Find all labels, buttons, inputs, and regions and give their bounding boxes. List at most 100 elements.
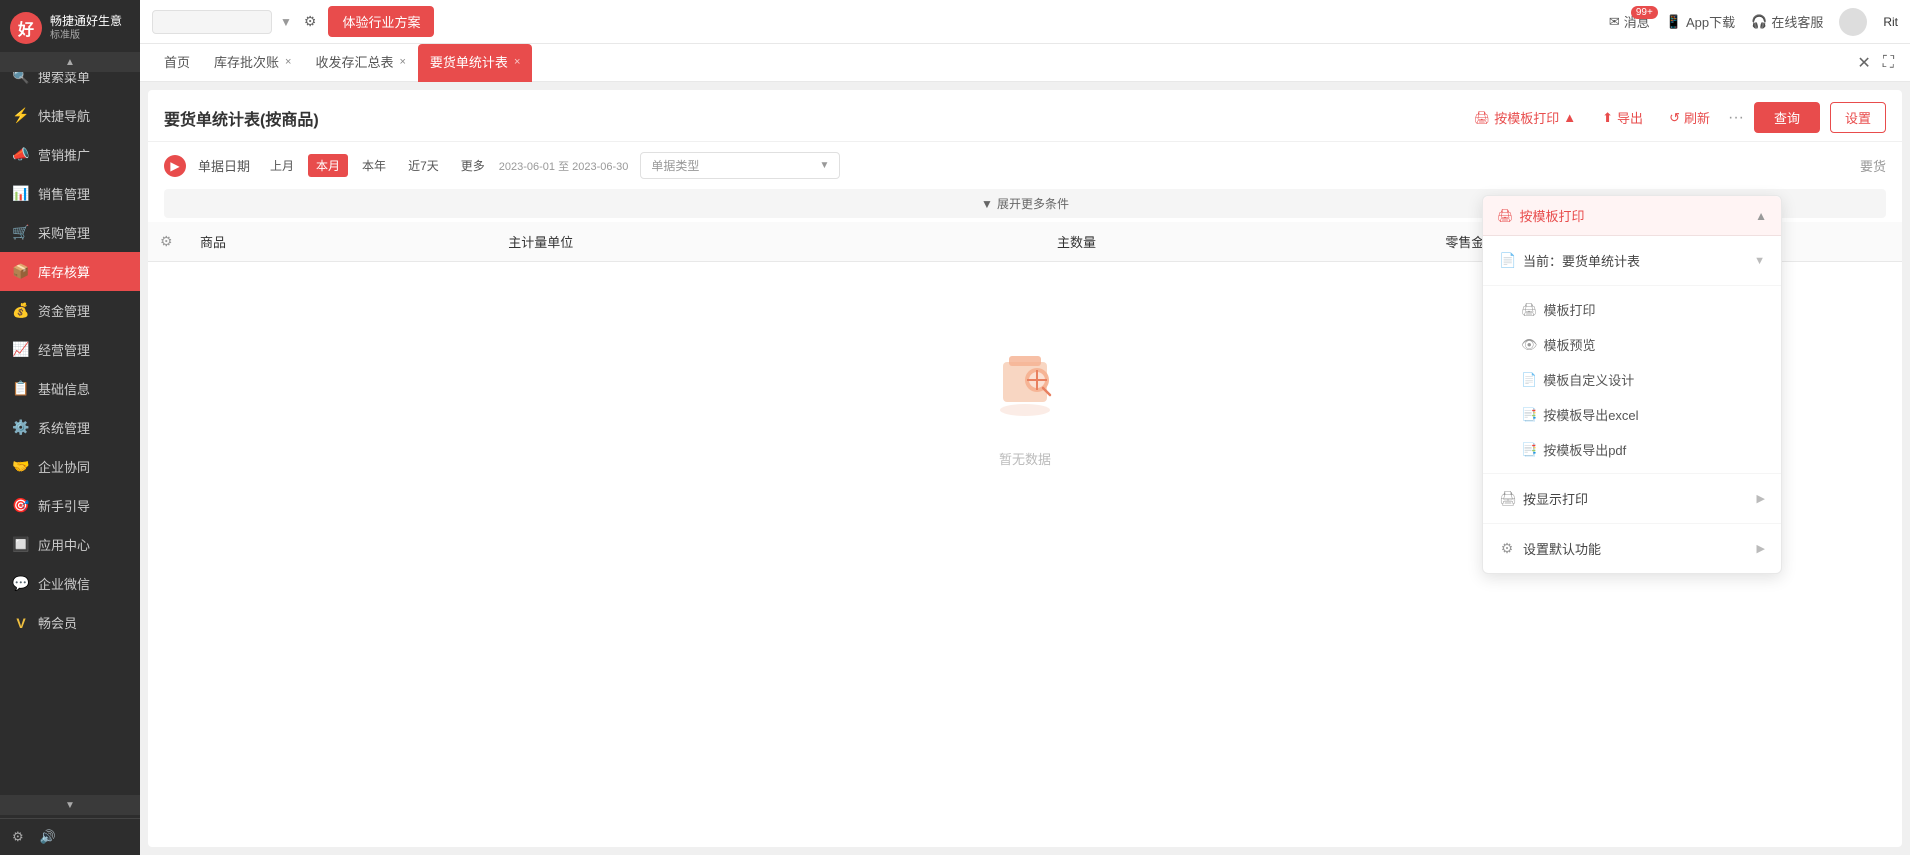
sidebar-item-inventory[interactable]: 📦 库存核算 [0,252,140,291]
sidebar-item-wechat[interactable]: 💬 企业微信 [0,564,140,603]
tabs-actions: ✕ ⛶ [1853,51,1898,75]
page-title: 要货单统计表(按商品) [164,106,319,130]
topbar-chevron-icon[interactable]: ▼ [280,15,292,29]
sidebar-item-label: 系统管理 [38,418,90,437]
date-btn-7days[interactable]: 近7天 [400,154,447,177]
sidebar-item-label: 企业微信 [38,574,90,593]
default-func-icon: ⚙ [1499,540,1515,557]
more-icon[interactable]: ··· [1728,109,1744,127]
expand-filters-icon[interactable]: ▶ [164,155,186,177]
tabs-close-all-btn[interactable]: ✕ [1853,51,1874,75]
sidebar-scroll-up[interactable]: ▲ [0,52,140,72]
tabs-bar: 首页 库存批次账 × 收发存汇总表 × 要货单统计表 × ✕ ⛶ [140,44,1910,82]
sidebar-item-purchase[interactable]: 🛒 采购管理 [0,213,140,252]
template-preview-label: 模板预览 [1544,335,1596,354]
col-settings: ⚙ [148,222,188,262]
table-settings-icon[interactable]: ⚙ [160,233,173,249]
newbie-icon: 🎯 [12,497,30,514]
online-service-btn[interactable]: 🎧 在线客服 [1751,12,1823,31]
tabs-expand-btn[interactable]: ⛶ [1879,51,1898,75]
tab-home-label: 首页 [164,52,190,71]
filter-bar: ▶ 单据日期 上月 本月 本年 近7天 更多 2023-06-01 至 2023… [148,142,1902,189]
main-content: ▼ ⚙ 体验行业方案 ✉ 消息 99+ 📱 App下载 🎧 在线客服 Rit [140,0,1910,855]
sidebar-item-member[interactable]: V 畅会员 [0,603,140,642]
topbar: ▼ ⚙ 体验行业方案 ✉ 消息 99+ 📱 App下载 🎧 在线客服 Rit [140,0,1910,44]
date-btn-this-year[interactable]: 本年 [354,154,394,177]
sidebar-item-quick-nav[interactable]: ⚡ 快捷导航 [0,96,140,135]
app-download-btn[interactable]: 📱 App下载 [1666,12,1735,31]
tab-home[interactable]: 首页 [152,44,202,82]
export-pdf-label: 按模板导出pdf [1543,440,1626,459]
tab-receipt-summary[interactable]: 收发存汇总表 × [303,44,417,82]
system-icon: ⚙️ [12,419,30,436]
current-arrow-icon: ▼ [1754,255,1765,267]
dropdown-item-export-excel[interactable]: 📑 按模板导出excel [1483,397,1781,432]
logo-text: 畅捷通好生意 标准版 [50,13,122,44]
print-btn[interactable]: 🖨 按模板打印 ▲ [1466,104,1584,131]
dropdown-chevron-up-icon[interactable]: ▲ [1755,209,1767,223]
date-label: 单据日期 [198,156,250,175]
service-icon: 🎧 [1751,14,1767,30]
sidebar-item-marketing[interactable]: 📣 营销推广 [0,135,140,174]
tab-batch-account-close[interactable]: × [285,56,291,68]
sidebar-item-label: 企业协同 [38,457,90,476]
refresh-btn[interactable]: ↺ 刷新 [1661,104,1718,131]
print-chevron-icon: ▲ [1563,110,1576,125]
dropdown-item-template-print[interactable]: 🖨 模板打印 [1483,292,1781,327]
operations-icon: 📈 [12,341,30,358]
dropdown-header-right: ▲ [1755,209,1767,223]
query-btn[interactable]: 查询 [1754,102,1820,133]
date-btn-this-month[interactable]: 本月 [308,154,348,177]
dropdown-item-template-custom[interactable]: 📄 模板自定义设计 [1483,362,1781,397]
dropdown-item-template-preview[interactable]: 👁 模板预览 [1483,327,1781,362]
date-btn-more[interactable]: 更多 [453,154,493,177]
sidebar-item-system[interactable]: ⚙️ 系统管理 [0,408,140,447]
sidebar-item-newbie[interactable]: 🎯 新手引导 [0,486,140,525]
dropdown-title: 🖨 按模板打印 [1497,206,1585,225]
sidebar-item-appstore[interactable]: 🔲 应用中心 [0,525,140,564]
trial-btn[interactable]: 体验行业方案 [328,6,434,37]
expand-more-btn[interactable]: ▼ 展开更多条件 [981,195,1069,212]
page-header: 要货单统计表(按商品) 🖨 按模板打印 ▲ ⬆ 导出 ↺ 刷新 ··· 查询 设… [148,90,1902,142]
sidebar-item-collab[interactable]: 🤝 企业协同 [0,447,140,486]
dropdown-default-func-item[interactable]: ⚙ 设置默认功能 ▶ [1483,530,1781,567]
topbar-gear-icon[interactable]: ⚙ [304,13,317,30]
export-btn[interactable]: ⬆ 导出 [1594,104,1651,131]
app-version: 标准版 [50,29,122,43]
purchase-icon: 🛒 [12,224,30,241]
template-print-label: 模板打印 [1544,300,1596,319]
col-unit: 主计量单位 [496,222,1045,262]
message-icon: ✉ [1609,14,1620,30]
dropdown-display-print-item[interactable]: 🖨 按显示打印 ▶ [1483,480,1781,517]
sidebar-item-label: 快捷导航 [38,106,90,125]
sidebar-item-label: 营销推广 [38,145,90,164]
tab-order-stat[interactable]: 要货单统计表 × [418,44,532,82]
dropdown-section-display-print: 🖨 按显示打印 ▶ [1483,474,1781,524]
sidebar-item-operations[interactable]: 📈 经营管理 [0,330,140,369]
sidebar-scroll-down[interactable]: ▼ [0,795,140,815]
tab-batch-account[interactable]: 库存批次账 × [202,44,303,82]
date-range-text: 2023-06-01 至 2023-06-30 [499,158,629,174]
date-btn-last-month[interactable]: 上月 [262,154,302,177]
tab-order-stat-label: 要货单统计表 [430,52,508,71]
dropdown-item-export-pdf[interactable]: 📑 按模板导出pdf [1483,432,1781,467]
sidebar-item-basic[interactable]: 📋 基础信息 [0,369,140,408]
dropdown-current-item[interactable]: 📄 当前：要货单统计表 ▼ [1483,242,1781,279]
finance-icon: 💰 [12,302,30,319]
tab-receipt-summary-close[interactable]: × [399,56,405,68]
sidebar-item-sales[interactable]: 📊 销售管理 [0,174,140,213]
page-actions: 🖨 按模板打印 ▲ ⬆ 导出 ↺ 刷新 ··· 查询 设置 [1466,102,1886,133]
volume-icon[interactable]: 🔊 [40,829,56,845]
sidebar-item-label: 新手引导 [38,496,90,515]
tab-order-stat-close[interactable]: × [514,56,520,68]
type-filter[interactable]: 单据类型 ▼ [640,152,840,179]
col-product: 商品 [188,222,496,262]
default-func-left: ⚙ 设置默认功能 [1499,539,1601,558]
display-print-icon: 🖨 [1499,490,1515,507]
messages-btn[interactable]: ✉ 消息 99+ [1609,12,1650,31]
topbar-search-input[interactable] [152,10,272,34]
sidebar-item-finance[interactable]: 💰 资金管理 [0,291,140,330]
settings-btn[interactable]: 设置 [1830,102,1886,133]
settings-icon[interactable]: ⚙ [12,829,24,845]
user-avatar[interactable] [1839,8,1867,36]
